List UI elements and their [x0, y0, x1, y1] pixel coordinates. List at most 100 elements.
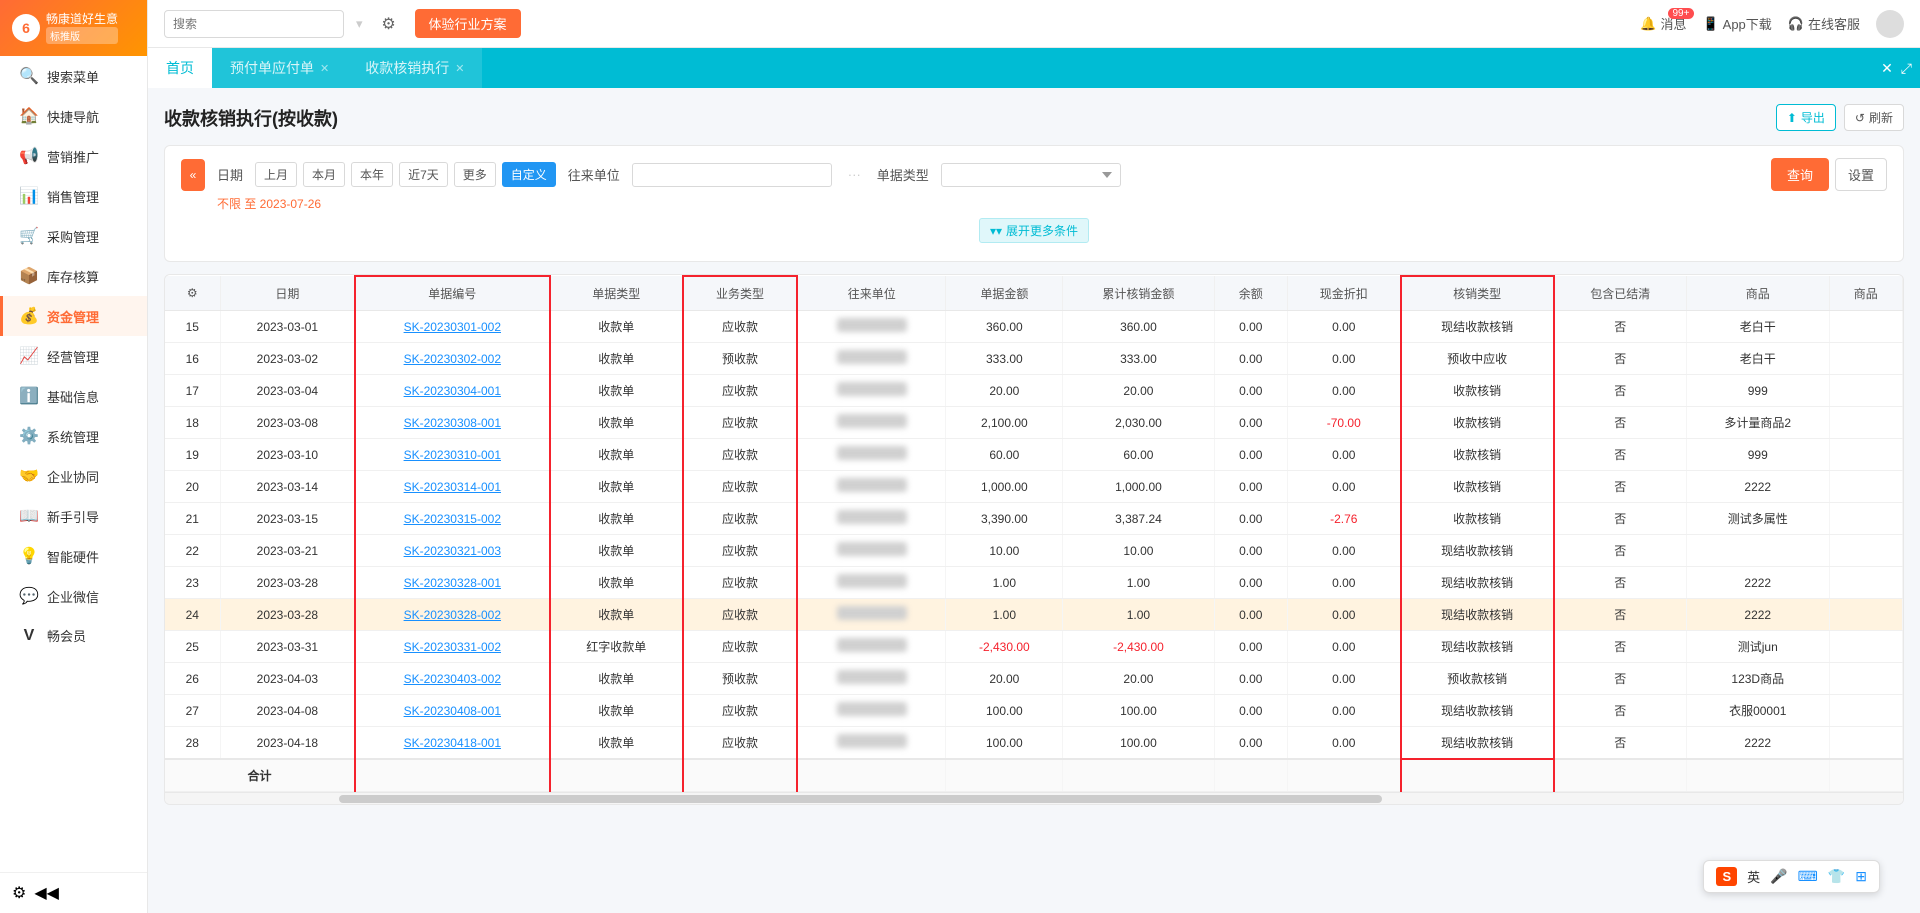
sidebar-item-hardware[interactable]: 💡 智能硬件	[0, 536, 147, 576]
topbar-search-input[interactable]	[164, 10, 344, 38]
bill-no-link[interactable]: SK-20230304-001	[404, 384, 501, 398]
filter-collapse-button[interactable]: «	[181, 159, 205, 191]
online-service-button[interactable]: 🎧 在线客服	[1788, 14, 1860, 33]
cell-counterpart	[797, 439, 946, 471]
col-goods2[interactable]: 商品	[1829, 276, 1902, 311]
bill-no-link[interactable]: SK-20230321-003	[404, 544, 501, 558]
dropdown-arrow-icon[interactable]: ▾	[356, 16, 363, 32]
sidebar-item-nav[interactable]: 🏠 快捷导航	[0, 96, 147, 136]
cell-counterpart	[797, 535, 946, 567]
sidebar-item-sales[interactable]: 📊 销售管理	[0, 176, 147, 216]
col-bill-type[interactable]: 单据类型	[550, 276, 684, 311]
col-cash-discount[interactable]: 现金折扣	[1287, 276, 1400, 311]
col-include-cleared[interactable]: 包含已结清	[1554, 276, 1687, 311]
tab-home[interactable]: 首页	[148, 48, 212, 88]
this-month-btn[interactable]: 本月	[303, 162, 345, 187]
tab-prepayment-label: 预付单应付单	[230, 58, 314, 78]
bill-no-link[interactable]: SK-20230403-002	[404, 672, 501, 686]
col-goods[interactable]: 商品	[1686, 276, 1829, 311]
cell-counterpart	[797, 311, 946, 343]
sidebar-item-finance[interactable]: 💰 资金管理	[0, 296, 147, 336]
counterpart-input[interactable]	[632, 163, 832, 187]
user-avatar[interactable]	[1876, 10, 1904, 38]
tab-prepayment[interactable]: 预付单应付单 ✕	[212, 48, 347, 88]
member-icon: V	[19, 627, 39, 645]
bill-no-link[interactable]: SK-20230310-001	[404, 448, 501, 462]
app-download-button[interactable]: 📱 App下载	[1702, 14, 1771, 33]
bill-no-link[interactable]: SK-20230314-001	[404, 480, 501, 494]
col-balance[interactable]: 余额	[1214, 276, 1287, 311]
bill-no-link[interactable]: SK-20230301-002	[404, 320, 501, 334]
scrollbar-thumb[interactable]	[339, 795, 1382, 803]
messages-button[interactable]: 🔔 消息 99+	[1640, 14, 1686, 33]
this-year-btn[interactable]: 本年	[351, 162, 393, 187]
cell-cash-discount: 0.00	[1287, 375, 1400, 407]
query-button[interactable]: 查询	[1771, 158, 1829, 191]
bill-no-link[interactable]: SK-20230408-001	[404, 704, 501, 718]
sidebar-item-member[interactable]: V 畅会员	[0, 616, 147, 655]
ime-shirt-icon[interactable]: 👕	[1828, 868, 1845, 885]
sidebar-item-search[interactable]: 🔍 搜索菜单	[0, 56, 147, 96]
table-row: 22 2023-03-21 SK-20230321-003 收款单 应收款 10…	[165, 535, 1903, 567]
horizontal-scrollbar[interactable]	[165, 792, 1903, 804]
settings-bottom-icon[interactable]: ⚙	[12, 883, 26, 903]
settings-button[interactable]: 设置	[1835, 158, 1887, 191]
filter-separator: ···	[844, 167, 865, 182]
cell-balance: 0.00	[1214, 375, 1287, 407]
bill-no-link[interactable]: SK-20230418-001	[404, 736, 501, 750]
solution-button[interactable]: 体验行业方案	[415, 9, 521, 38]
col-counterpart[interactable]: 往来单位	[797, 276, 946, 311]
sidebar-item-system[interactable]: ⚙️ 系统管理	[0, 416, 147, 456]
close-all-tabs-icon[interactable]: ✕	[1881, 60, 1893, 77]
bill-no-link[interactable]: SK-20230328-002	[404, 608, 501, 622]
ime-grid-icon[interactable]: ⊞	[1855, 868, 1867, 885]
bill-no-link[interactable]: SK-20230328-001	[404, 576, 501, 590]
ime-keyboard-icon[interactable]: ⌨	[1798, 868, 1818, 885]
col-bill-amount[interactable]: 单据金额	[946, 276, 1063, 311]
last-month-btn[interactable]: 上月	[255, 162, 297, 187]
col-biz-type[interactable]: 业务类型	[683, 276, 797, 311]
cell-bill-no: SK-20230310-001	[355, 439, 549, 471]
ime-mic-icon[interactable]: 🎤	[1770, 868, 1787, 885]
sidebar-item-purchase[interactable]: 🛒 采购管理	[0, 216, 147, 256]
sidebar-item-guide[interactable]: 📖 新手引导	[0, 496, 147, 536]
col-verify-type[interactable]: 核销类型	[1401, 276, 1554, 311]
cell-bill-amount: 1.00	[946, 599, 1063, 631]
tab-verify[interactable]: 收款核销执行 ✕	[347, 48, 482, 88]
maximize-icon[interactable]: ⤢	[1901, 60, 1912, 77]
bill-no-link[interactable]: SK-20230315-002	[404, 512, 501, 526]
bill-type-select[interactable]	[941, 163, 1121, 187]
col-settings[interactable]: ⚙	[165, 276, 220, 311]
sidebar-item-wechat[interactable]: 💬 企业微信	[0, 576, 147, 616]
col-date[interactable]: 日期	[220, 276, 355, 311]
sidebar-item-collaboration[interactable]: 🤝 企业协同	[0, 456, 147, 496]
bill-no-link[interactable]: SK-20230331-002	[404, 640, 501, 654]
cell-bill-type: 收款单	[550, 567, 684, 599]
cell-counterpart	[797, 343, 946, 375]
cell-include-cleared: 否	[1554, 535, 1687, 567]
collapse-icon[interactable]: ◀◀	[34, 883, 59, 903]
row-num: 16	[165, 343, 220, 375]
sidebar-item-operations[interactable]: 📈 经营管理	[0, 336, 147, 376]
close-tab-verify-icon[interactable]: ✕	[455, 62, 464, 75]
table-row: 17 2023-03-04 SK-20230304-001 收款单 应收款 20…	[165, 375, 1903, 407]
bill-no-link[interactable]: SK-20230302-002	[404, 352, 501, 366]
expand-conditions-button[interactable]: ▾▾ 展开更多条件	[979, 218, 1089, 243]
export-button[interactable]: ⬆ 导出	[1776, 104, 1836, 131]
col-bill-no[interactable]: 单据编号	[355, 276, 549, 311]
custom-date-btn[interactable]: 自定义	[502, 162, 556, 187]
box-icon: 📦	[19, 266, 39, 286]
more-date-btn[interactable]: 更多	[454, 162, 496, 187]
topbar-gear-icon[interactable]: ⚙	[375, 10, 403, 38]
sidebar-item-marketing[interactable]: 📢 营销推广	[0, 136, 147, 176]
refresh-button[interactable]: ↺ 刷新	[1844, 104, 1904, 131]
last-7-days-btn[interactable]: 近7天	[399, 162, 448, 187]
bill-no-link[interactable]: SK-20230308-001	[404, 416, 501, 430]
close-tab-prepayment-icon[interactable]: ✕	[320, 62, 329, 75]
bulb-icon: 💡	[19, 546, 39, 566]
col-cumulative[interactable]: 累计核销金额	[1063, 276, 1214, 311]
cell-cumulative: 20.00	[1063, 375, 1214, 407]
sidebar-item-inventory[interactable]: 📦 库存核算	[0, 256, 147, 296]
sidebar-item-basics[interactable]: ℹ️ 基础信息	[0, 376, 147, 416]
tab-strip: 首页 预付单应付单 ✕ 收款核销执行 ✕ ✕ ⤢	[148, 48, 1920, 88]
